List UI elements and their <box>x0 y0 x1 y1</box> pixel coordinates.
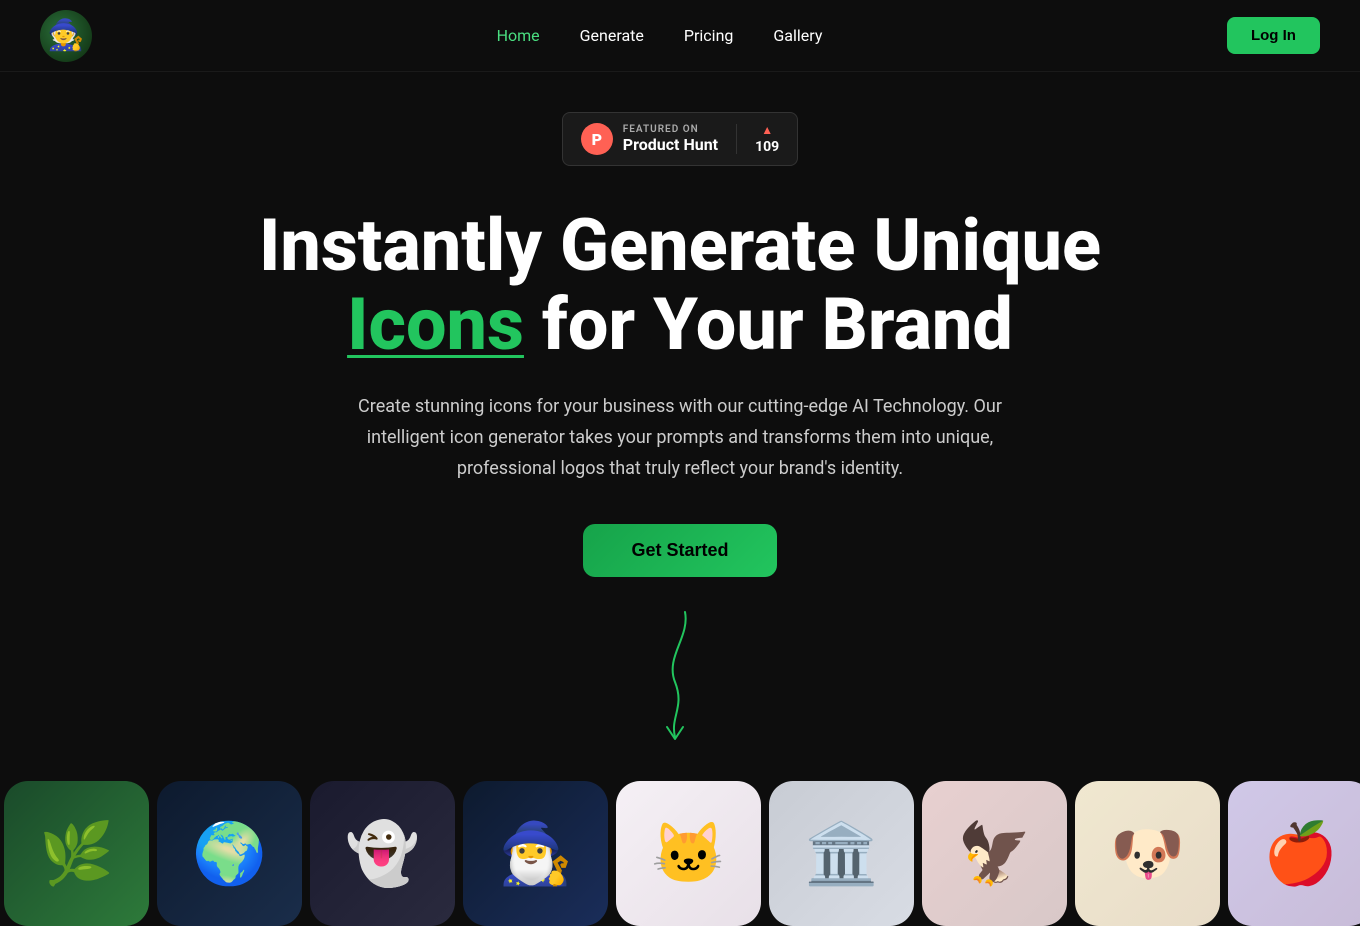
hero-headline: Instantly Generate Unique Icons for Your… <box>230 206 1130 364</box>
gallery-icon: 🌿 <box>4 781 149 926</box>
gallery-strip: 🌿🌍👻🧙‍♂️🐱🏛️🦅🐶🍎🍊 <box>0 781 1360 926</box>
gallery-item[interactable]: 🌍 <box>157 781 302 926</box>
nav-item-pricing[interactable]: Pricing <box>684 26 734 45</box>
nav-link-pricing[interactable]: Pricing <box>684 26 734 45</box>
logo-icon: 🧙 <box>40 10 92 62</box>
arrow-decoration <box>655 607 705 751</box>
gallery-icon: 🐱 <box>616 781 761 926</box>
nav-link-gallery[interactable]: Gallery <box>773 26 822 45</box>
ph-featured-label: FEATURED ON <box>623 124 699 135</box>
gallery-icon: 🧙‍♂️ <box>463 781 608 926</box>
wizard-emoji: 🧙 <box>47 21 84 51</box>
nav-item-generate[interactable]: Generate <box>580 26 644 45</box>
gallery-item[interactable]: 🦅 <box>922 781 1067 926</box>
gallery-icon: 🍎 <box>1228 781 1360 926</box>
gallery-icon: 👻 <box>310 781 455 926</box>
gallery-item[interactable]: 🐶 <box>1075 781 1220 926</box>
ph-votes: ▲ 109 <box>755 123 779 155</box>
navbar: 🧙 Home Generate Pricing Gallery Log In <box>0 0 1360 72</box>
gallery-item[interactable]: 🐱 <box>616 781 761 926</box>
hero-section: P FEATURED ON Product Hunt ▲ 109 Instant… <box>0 72 1360 771</box>
ph-divider <box>736 124 737 154</box>
gallery-item[interactable]: 🧙‍♂️ <box>463 781 608 926</box>
headline-highlight: Icons <box>347 282 524 367</box>
gallery-icon: 🦅 <box>922 781 1067 926</box>
nav-link-home[interactable]: Home <box>497 26 540 45</box>
nav-links: Home Generate Pricing Gallery <box>497 26 823 45</box>
ph-text: FEATURED ON Product Hunt <box>623 124 718 154</box>
headline-part2: for Your Brand <box>524 282 1013 367</box>
gallery-icon: 🐶 <box>1075 781 1220 926</box>
nav-item-home[interactable]: Home <box>497 26 540 45</box>
headline-part1: Instantly Generate Unique <box>259 203 1101 288</box>
gallery-item[interactable]: 🏛️ <box>769 781 914 926</box>
gallery-item[interactable]: 🌿 <box>4 781 149 926</box>
login-button[interactable]: Log In <box>1227 17 1320 54</box>
nav-link-generate[interactable]: Generate <box>580 26 644 45</box>
product-hunt-badge[interactable]: P FEATURED ON Product Hunt ▲ 109 <box>562 112 798 166</box>
ph-vote-count: 109 <box>755 139 779 155</box>
ph-logo-icon: P <box>581 123 613 155</box>
ph-upvote-icon: ▲ <box>761 123 773 137</box>
nav-item-gallery[interactable]: Gallery <box>773 26 822 45</box>
gallery-item[interactable]: 🍎 <box>1228 781 1360 926</box>
get-started-button[interactable]: Get Started <box>583 524 776 577</box>
hero-subtitle: Create stunning icons for your business … <box>340 392 1020 484</box>
ph-name-label: Product Hunt <box>623 135 718 154</box>
gallery-icon: 🌍 <box>157 781 302 926</box>
gallery-icon: 🏛️ <box>769 781 914 926</box>
arrow-svg <box>655 607 705 747</box>
gallery-item[interactable]: 👻 <box>310 781 455 926</box>
logo[interactable]: 🧙 <box>40 10 92 62</box>
